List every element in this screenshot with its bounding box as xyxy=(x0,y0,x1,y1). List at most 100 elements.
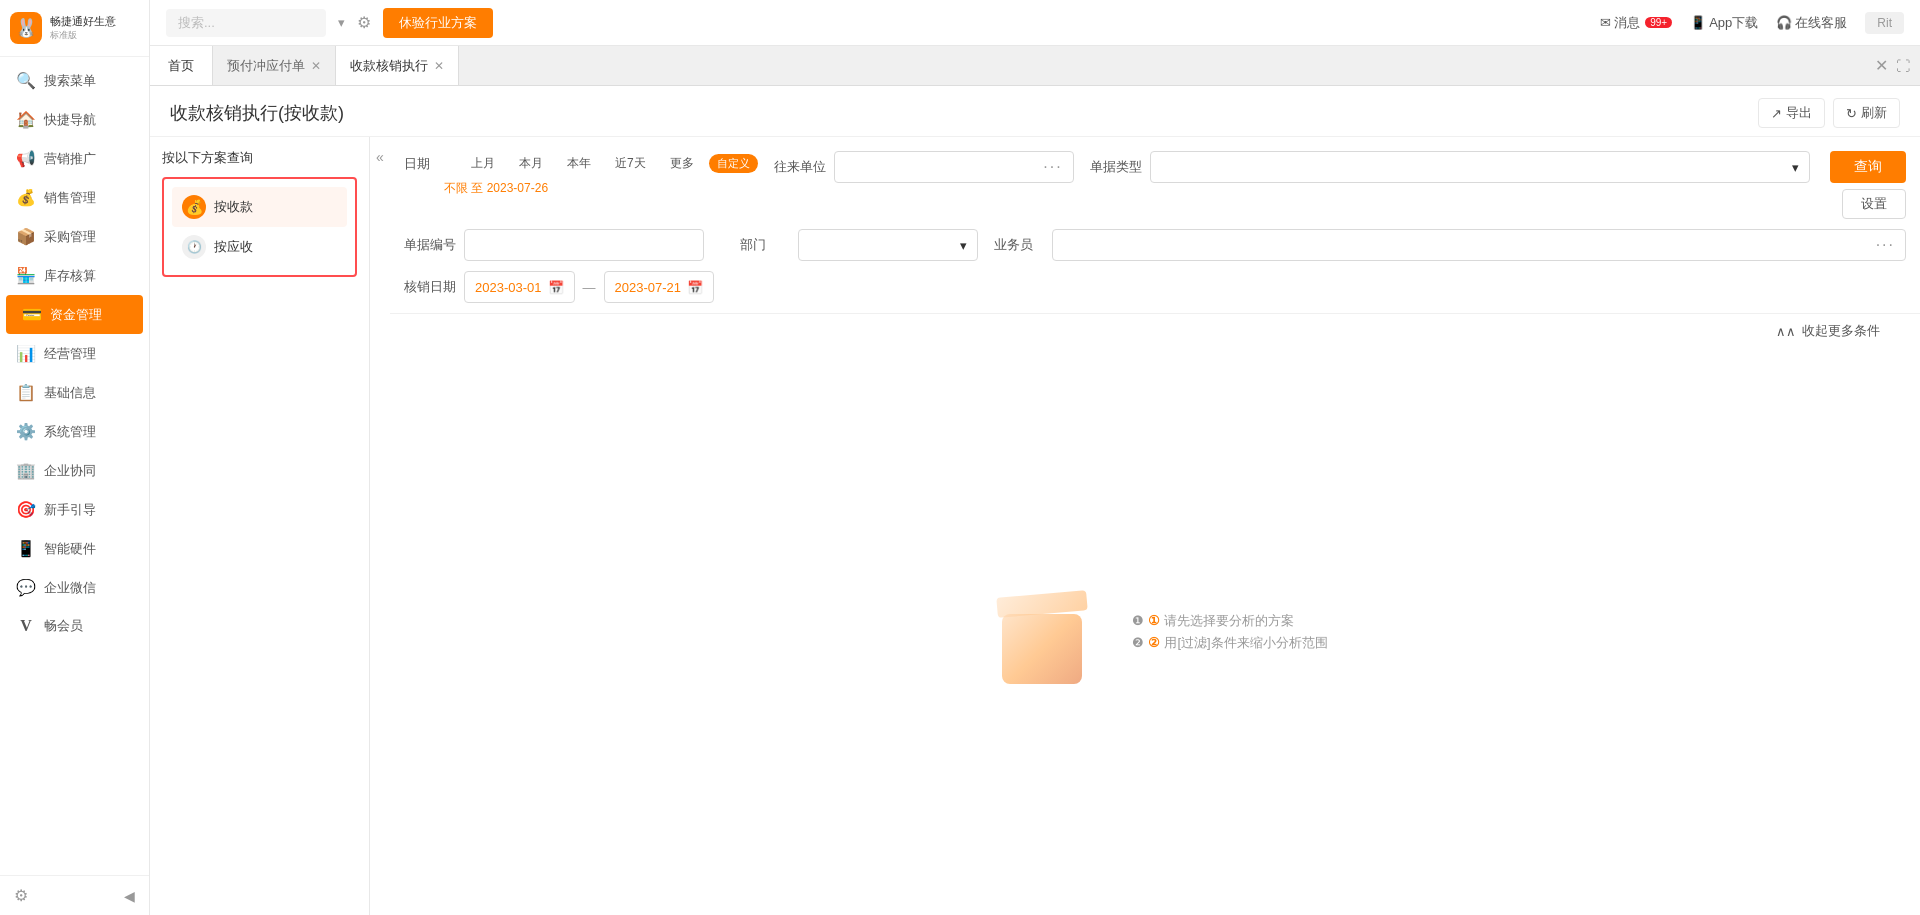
date-btn-last-month[interactable]: 上月 xyxy=(462,151,504,176)
export-btn[interactable]: ↗ 导出 xyxy=(1758,98,1825,128)
filter-row-2: 单据编号 部门 ▾ 业务员 ··· xyxy=(390,229,1920,271)
empty-hint-2: ② 用[过滤]条件来缩小分析范围 xyxy=(1132,634,1327,652)
search-placeholder: 搜索... xyxy=(178,15,215,30)
sidebar-item-label: 销售管理 xyxy=(44,189,96,207)
verify-date-end[interactable]: 2023-07-21 📅 xyxy=(604,271,715,303)
page-header-actions: ↗ 导出 ↻ 刷新 xyxy=(1758,98,1900,128)
dept-field: 部门 ▾ xyxy=(740,229,978,261)
sidebar-item-system[interactable]: ⚙️ 系统管理 xyxy=(0,412,149,451)
collapse-more-btn[interactable]: ∧∧ 收起更多条件 xyxy=(1776,318,1880,344)
counterpart-input[interactable]: ··· xyxy=(834,151,1074,183)
sidebar-item-hardware[interactable]: 📱 智能硬件 xyxy=(0,529,149,568)
tab-receipt-verify[interactable]: 收款核销执行 ✕ xyxy=(336,46,459,85)
tab-maximize-icon[interactable]: ⛶ xyxy=(1896,58,1910,74)
sidebar-item-sales[interactable]: 💰 销售管理 xyxy=(0,178,149,217)
app-download-btn[interactable]: 📱 App下载 xyxy=(1690,14,1758,32)
operations-icon: 📊 xyxy=(16,344,36,363)
empty-illustration xyxy=(982,584,1102,684)
header-right: ✉ 消息 99+ 📱 App下载 🎧 在线客服 Rit xyxy=(1600,12,1904,34)
staff-input[interactable]: ··· xyxy=(1052,229,1906,261)
search-menu-icon: 🔍 xyxy=(16,71,36,90)
user-name[interactable]: Rit xyxy=(1865,12,1904,34)
filter-option-by-receivable[interactable]: 🕐 按应收 xyxy=(172,227,347,267)
sidebar-item-operations[interactable]: 📊 经营管理 xyxy=(0,334,149,373)
voucher-type-select[interactable]: ▾ xyxy=(1150,151,1810,183)
sidebar-item-guide[interactable]: 🎯 新手引导 xyxy=(0,490,149,529)
online-service-btn[interactable]: 🎧 在线客服 xyxy=(1776,14,1847,32)
dept-select[interactable]: ▾ xyxy=(798,229,978,261)
filter-option-by-receipt[interactable]: 💰 按收款 xyxy=(172,187,347,227)
filter-sidebar: 按以下方案查询 💰 按收款 🕐 按应收 xyxy=(150,137,370,915)
sidebar-collapse-icon[interactable]: ◀ xyxy=(124,888,135,904)
sidebar-item-label: 畅会员 xyxy=(44,617,83,635)
guide-icon: 🎯 xyxy=(16,500,36,519)
sidebar-item-quick-nav[interactable]: 🏠 快捷导航 xyxy=(0,100,149,139)
tab-home[interactable]: 首页 xyxy=(150,46,213,85)
sidebar-item-finance[interactable]: 💳 资金管理 xyxy=(6,295,143,334)
voucher-type-label: 单据类型 xyxy=(1090,158,1142,176)
date-quick-btns: 上月 本月 本年 近7天 更多 自定义 xyxy=(462,151,758,176)
sidebar-settings-icon[interactable]: ⚙ xyxy=(14,886,28,905)
sidebar-item-basic-info[interactable]: 📋 基础信息 xyxy=(0,373,149,412)
tab-receipt-verify-close[interactable]: ✕ xyxy=(434,59,444,73)
purchase-icon: 📦 xyxy=(16,227,36,246)
sidebar-item-label: 搜索菜单 xyxy=(44,72,96,90)
refresh-icon: ↻ xyxy=(1846,106,1857,121)
tab-prepay-close[interactable]: ✕ xyxy=(311,59,321,73)
sidebar-item-label: 基础信息 xyxy=(44,384,96,402)
chevron-up-icon: ∧∧ xyxy=(1776,324,1796,339)
voucher-no-label: 单据编号 xyxy=(404,236,456,254)
counterpart-ellipsis[interactable]: ··· xyxy=(1043,158,1062,176)
solution-btn[interactable]: 休验行业方案 xyxy=(383,8,493,38)
sidebar-item-label: 智能硬件 xyxy=(44,540,96,558)
voucher-type-field: 单据类型 ▾ xyxy=(1090,151,1810,183)
sidebar-item-wechat[interactable]: 💬 企业微信 xyxy=(0,568,149,607)
sidebar-item-marketing[interactable]: 📢 营销推广 xyxy=(0,139,149,178)
sidebar-item-label: 系统管理 xyxy=(44,423,96,441)
settings-btn[interactable]: 设置 xyxy=(1842,189,1906,219)
sidebar-item-label: 新手引导 xyxy=(44,501,96,519)
date-btn-more[interactable]: 更多 xyxy=(661,151,703,176)
logo-badge: 标准版 xyxy=(50,29,116,42)
sidebar-item-search-menu[interactable]: 🔍 搜索菜单 xyxy=(0,61,149,100)
message-btn[interactable]: ✉ 消息 99+ xyxy=(1600,14,1672,32)
staff-label: 业务员 xyxy=(994,236,1044,254)
calendar-icon-end: 📅 xyxy=(687,280,703,295)
date-custom-btn[interactable]: 自定义 xyxy=(709,154,758,173)
tab-close-all-icon[interactable]: ✕ xyxy=(1875,56,1888,75)
page-header: 收款核销执行(按收款) ↗ 导出 ↻ 刷新 xyxy=(150,86,1920,137)
sidebar-item-enterprise[interactable]: 🏢 企业协同 xyxy=(0,451,149,490)
by-receivable-icon: 🕐 xyxy=(182,235,206,259)
empty-text: ① 请先选择要分析的方案 ② 用[过滤]条件来缩小分析范围 xyxy=(1132,612,1327,656)
dept-chevron-icon: ▾ xyxy=(960,238,967,253)
export-icon: ↗ xyxy=(1771,106,1782,121)
header-search-box[interactable]: 搜索... xyxy=(166,9,326,37)
query-btn[interactable]: 查询 xyxy=(1830,151,1906,183)
sales-icon: 💰 xyxy=(16,188,36,207)
verify-date-start[interactable]: 2023-03-01 📅 xyxy=(464,271,575,303)
sidebar-item-vip[interactable]: V 畅会员 xyxy=(0,607,149,645)
top-header: 搜索... ▾ ⚙ 休验行业方案 ✉ 消息 99+ 📱 App下载 🎧 在线客服… xyxy=(150,0,1920,46)
date-btn-this-month[interactable]: 本月 xyxy=(510,151,552,176)
filter-form-container: 日期 上月 本月 本年 近7天 更多 自定义 不限 至 2023-0 xyxy=(390,137,1920,915)
voucher-no-input[interactable] xyxy=(464,229,704,261)
collapse-more-bar: ∧∧ 收起更多条件 xyxy=(390,313,1920,352)
sidebar-collapse-btn[interactable]: « xyxy=(370,137,390,177)
tab-prepay[interactable]: 预付冲应付单 ✕ xyxy=(213,46,336,85)
staff-ellipsis[interactable]: ··· xyxy=(1876,236,1895,254)
filter-sidebar-box: 💰 按收款 🕐 按应收 xyxy=(162,177,357,277)
settings-icon[interactable]: ⚙ xyxy=(357,13,371,32)
date-btn-7days[interactable]: 近7天 xyxy=(606,151,655,176)
dept-label: 部门 xyxy=(740,236,790,254)
date-btn-this-year[interactable]: 本年 xyxy=(558,151,600,176)
sidebar-item-label: 采购管理 xyxy=(44,228,96,246)
sidebar-item-purchase[interactable]: 📦 采购管理 xyxy=(0,217,149,256)
message-badge: 99+ xyxy=(1645,17,1672,28)
refresh-btn[interactable]: ↻ 刷新 xyxy=(1833,98,1900,128)
sidebar-item-inventory[interactable]: 🏪 库存核算 xyxy=(0,256,149,295)
verify-date-label: 核销日期 xyxy=(404,278,456,296)
dropdown-icon[interactable]: ▾ xyxy=(338,15,345,30)
counterpart-label: 往来单位 xyxy=(774,158,826,176)
tab-bar-right: ✕ ⛶ xyxy=(1875,56,1920,75)
app-icon: 📱 xyxy=(1690,15,1706,30)
